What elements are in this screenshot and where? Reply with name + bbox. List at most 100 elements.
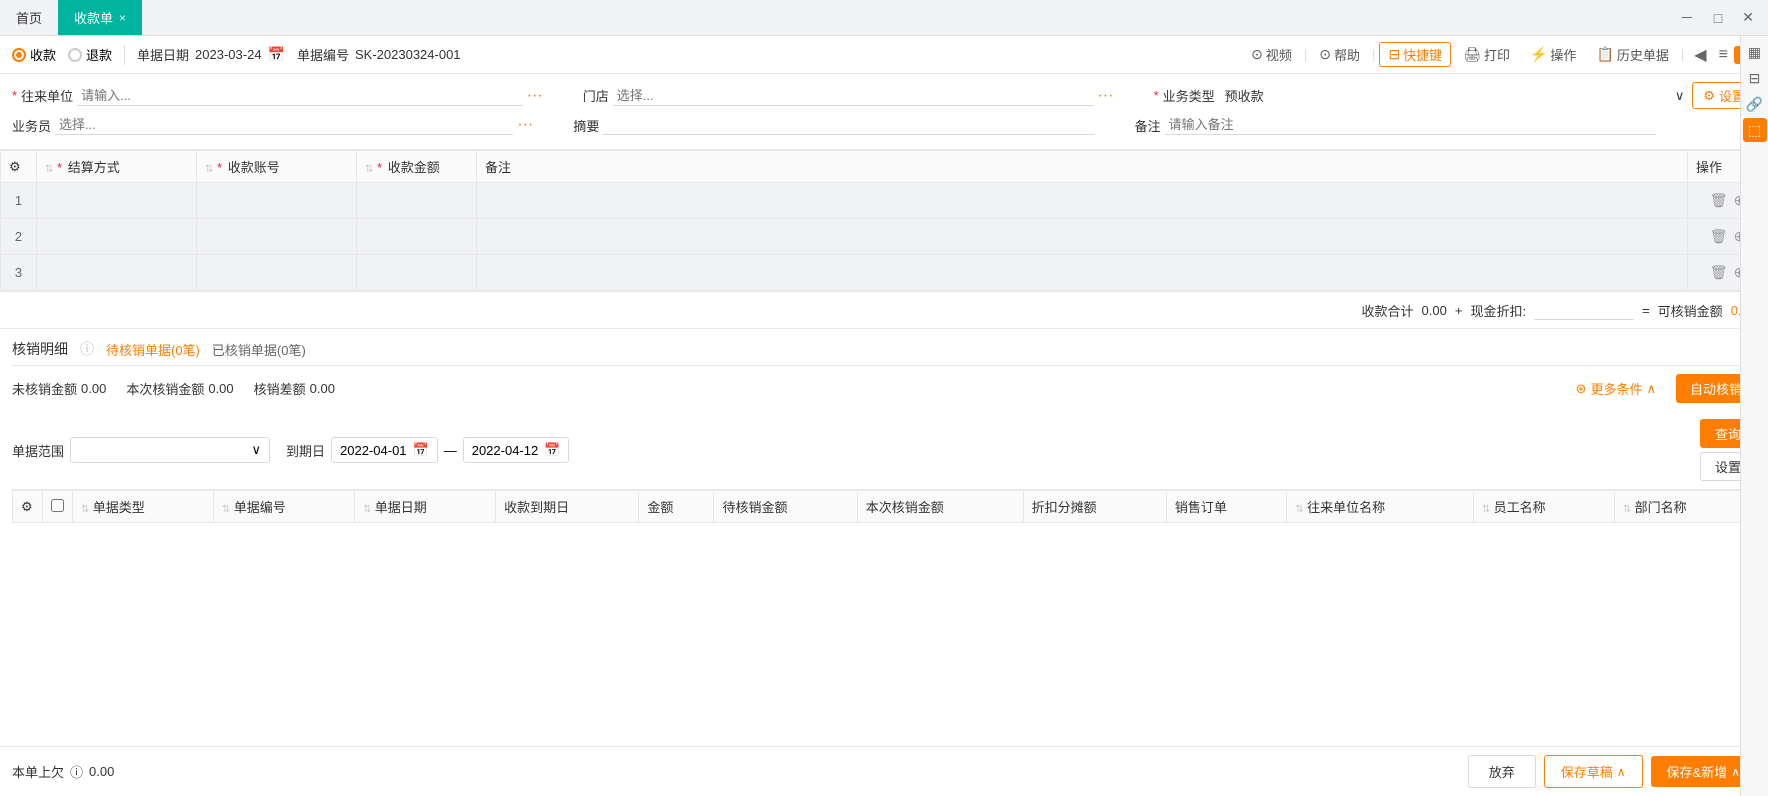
th-note-label: 备注 bbox=[485, 160, 511, 175]
store-more-icon[interactable]: ··· bbox=[1098, 87, 1114, 105]
number-value: SK-20230324-001 bbox=[355, 47, 461, 62]
counterpart-field: * 往来单位 ··· bbox=[12, 86, 543, 106]
radio-return[interactable]: 退款 bbox=[68, 45, 112, 64]
reconcile-th-checkbox[interactable] bbox=[43, 491, 73, 523]
row-1-delete-icon[interactable]: 🗑 bbox=[1710, 192, 1728, 209]
row-3-amount[interactable] bbox=[357, 255, 477, 291]
discount-input[interactable] bbox=[1534, 300, 1634, 320]
print-button[interactable]: 🖨 打印 bbox=[1455, 42, 1518, 67]
current-stat: 本次核销金额 0.00 bbox=[126, 379, 233, 398]
range-select[interactable]: ∨ bbox=[70, 437, 270, 463]
row-3-note[interactable] bbox=[477, 255, 1688, 291]
th-note: 备注 bbox=[477, 151, 1688, 183]
bottom-bar: 本单上欠 ⓘ 0.00 放弃 保存草稿 ∧ 保存&新增 ∧ bbox=[0, 746, 1768, 796]
reconcile-th-sales-order-label: 销售订单 bbox=[1175, 500, 1227, 515]
abandon-button[interactable]: 放弃 bbox=[1468, 755, 1536, 788]
date-calendar-icon[interactable]: 📅 bbox=[268, 46, 285, 63]
th-amount-label: 收款金额 bbox=[388, 160, 440, 175]
sep2: | bbox=[1372, 47, 1375, 62]
staff-field: 业务员 ··· bbox=[12, 115, 533, 135]
reconcile-th-gear[interactable]: ⚙ bbox=[13, 491, 43, 523]
row-1-note[interactable] bbox=[477, 183, 1688, 219]
reconcile-th-type-label: 单据类型 bbox=[93, 500, 145, 515]
store-input[interactable] bbox=[613, 86, 1094, 106]
reconcile-th-due-date-label: 收款到期日 bbox=[504, 500, 569, 515]
row-3-account[interactable] bbox=[197, 255, 357, 291]
main-table: ⚙ ⇅ * 结算方式 ⇅ * 收款账号 ⇅ bbox=[0, 150, 1768, 291]
reconcile-info-icon[interactable]: ⓘ bbox=[80, 339, 94, 359]
staff-input[interactable] bbox=[55, 115, 513, 135]
toolbar: 收款 退款 单据日期 2023-03-24 📅 单据编号 SK-20230324… bbox=[0, 36, 1768, 74]
row-1-amount[interactable] bbox=[357, 183, 477, 219]
sidebar-icon-3[interactable]: 🔗 bbox=[1743, 92, 1767, 116]
table-area: ⚙ ⇅ * 结算方式 ⇅ * 收款账号 ⇅ bbox=[0, 150, 1768, 329]
sidebar-icon-4[interactable]: ⬚ bbox=[1743, 118, 1767, 142]
reconcile-th-sales-order: 销售订单 bbox=[1166, 491, 1287, 523]
tab-home[interactable]: 首页 bbox=[0, 0, 58, 35]
done-tab[interactable]: 已核销单据(0笔) bbox=[212, 340, 306, 359]
action-icon: ⚡ bbox=[1530, 46, 1547, 63]
row-3-delete-icon[interactable]: 🗑 bbox=[1710, 264, 1728, 281]
video-icon: ⊙ bbox=[1251, 46, 1263, 63]
reconcile-th-amount: 金额 bbox=[639, 491, 714, 523]
prev-view-button[interactable]: ◀ bbox=[1688, 43, 1712, 67]
action-button[interactable]: ⚡ 操作 bbox=[1522, 42, 1584, 67]
row-1-settle[interactable] bbox=[37, 183, 197, 219]
reconcile-th-discount-label: 折扣分摊额 bbox=[1032, 500, 1097, 515]
bottom-info-label: 本单上欠 bbox=[12, 762, 64, 781]
help-button[interactable]: ⊙ 帮助 bbox=[1311, 42, 1368, 67]
list-view-button[interactable]: ≡ bbox=[1713, 44, 1734, 66]
summary-row: 收款合计 0.00 + 现金折扣: = 可核销金额 0.00 bbox=[0, 291, 1768, 328]
date-field: 单据日期 2023-03-24 📅 bbox=[137, 45, 285, 64]
th-gear[interactable]: ⚙ bbox=[1, 151, 37, 183]
row-3-settle[interactable] bbox=[37, 255, 197, 291]
radio-receive[interactable]: 收款 bbox=[12, 45, 56, 64]
table-body: 1 🗑 ⊕ 2 bbox=[1, 183, 1768, 291]
help-icon: ⊙ bbox=[1319, 46, 1331, 63]
pending-tab[interactable]: 待核销单据(0笔) bbox=[106, 340, 200, 359]
date-range: 2022-04-01 📅 — 2022-04-12 📅 bbox=[331, 437, 569, 463]
staff-more-icon[interactable]: ··· bbox=[517, 116, 533, 134]
radio-return-label: 退款 bbox=[86, 45, 112, 64]
counterpart-input[interactable] bbox=[77, 86, 523, 106]
diff-value: 0.00 bbox=[310, 381, 335, 396]
th-amount: ⇅ * 收款金额 bbox=[357, 151, 477, 183]
row-2-note[interactable] bbox=[477, 219, 1688, 255]
row-2-delete-icon[interactable]: 🗑 bbox=[1710, 228, 1728, 245]
history-button[interactable]: 📋 历史单据 bbox=[1588, 42, 1676, 67]
sep3: | bbox=[1681, 47, 1684, 62]
more-conditions-button[interactable]: ⊛ 更多条件 ∧ bbox=[1576, 379, 1656, 398]
calendar-to-icon: 📅 bbox=[544, 442, 560, 458]
shortcut-icon: ⊟ bbox=[1388, 46, 1400, 63]
note-input[interactable] bbox=[1165, 115, 1656, 135]
row-2-settle[interactable] bbox=[37, 219, 197, 255]
note-field: 备注 bbox=[1135, 115, 1656, 135]
print-label: 打印 bbox=[1484, 45, 1510, 64]
date-from-value: 2022-04-01 bbox=[340, 443, 407, 458]
reconcile-section: 核销明细 ⓘ 待核销单据(0笔) 已核销单据(0笔) 未核销金额 0.00 本次… bbox=[0, 329, 1768, 746]
video-button[interactable]: ⊙ 视频 bbox=[1243, 42, 1300, 67]
business-type-chevron-icon[interactable]: ∨ bbox=[1675, 88, 1685, 104]
row-2-account[interactable] bbox=[197, 219, 357, 255]
maximize-button[interactable]: □ bbox=[1708, 8, 1728, 28]
summary-label: 摘要 bbox=[573, 116, 599, 135]
date-to-picker[interactable]: 2022-04-12 📅 bbox=[463, 437, 570, 463]
row-1-account[interactable] bbox=[197, 183, 357, 219]
more-conditions-label: 更多条件 bbox=[1590, 379, 1642, 398]
date-from-picker[interactable]: 2022-04-01 📅 bbox=[331, 437, 438, 463]
shortcut-button[interactable]: ⊟ 快捷键 bbox=[1379, 42, 1451, 67]
counterpart-more-icon[interactable]: ··· bbox=[527, 87, 543, 105]
diff-stat: 核销差额 0.00 bbox=[254, 379, 335, 398]
summary-input[interactable] bbox=[603, 115, 1094, 135]
close-button[interactable]: ✕ bbox=[1736, 7, 1760, 28]
tab-close-icon[interactable]: × bbox=[119, 11, 126, 25]
minimize-button[interactable]: － bbox=[1674, 6, 1700, 30]
reconcile-select-all-checkbox[interactable] bbox=[51, 499, 64, 512]
sidebar-icon-2[interactable]: ⊟ bbox=[1743, 66, 1767, 90]
reconcile-th-pending-label: 待核销金额 bbox=[722, 500, 787, 515]
tab-active[interactable]: 收款单 × bbox=[58, 0, 142, 35]
sidebar-icon-1[interactable]: ▦ bbox=[1743, 40, 1767, 64]
save-draft-button[interactable]: 保存草稿 ∧ bbox=[1544, 755, 1643, 788]
row-2-amount[interactable] bbox=[357, 219, 477, 255]
save-draft-chevron-icon: ∧ bbox=[1617, 765, 1626, 779]
